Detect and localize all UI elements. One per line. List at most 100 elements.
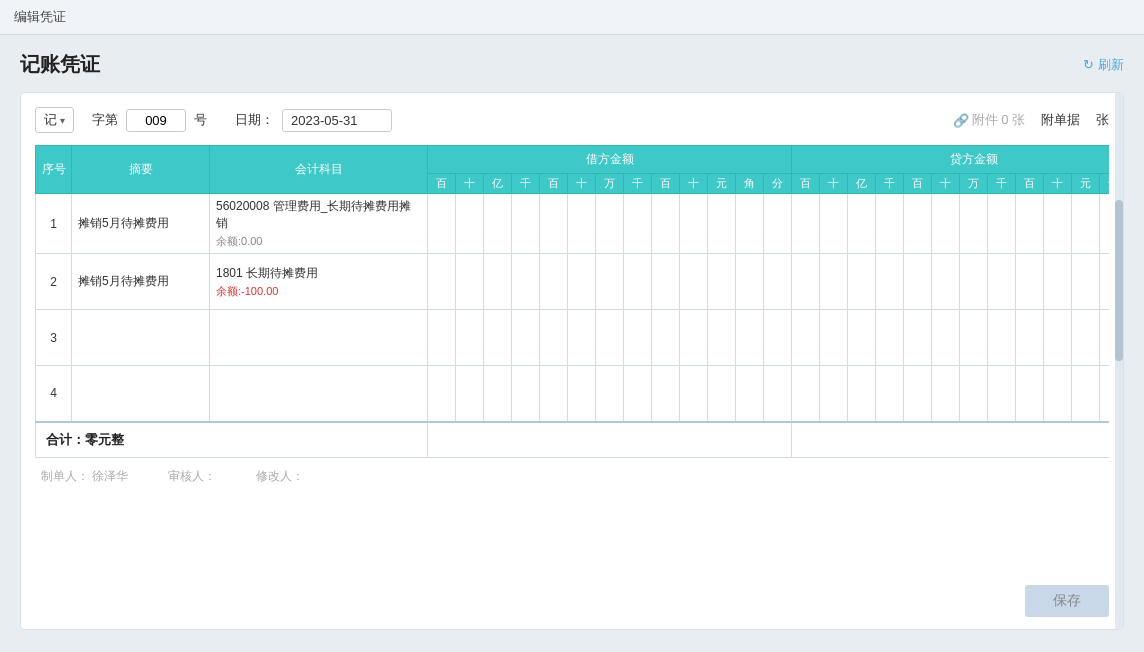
cell-credit-0-6[interactable] xyxy=(960,194,988,254)
cell-debit-3-12[interactable] xyxy=(764,366,792,422)
cell-debit-1-4[interactable] xyxy=(540,254,568,310)
zi-number-input[interactable] xyxy=(126,109,186,132)
cell-debit-2-0[interactable] xyxy=(428,310,456,366)
cell-credit-1-9[interactable] xyxy=(1044,254,1072,310)
cell-debit-0-5[interactable] xyxy=(568,194,596,254)
cell-summary-2[interactable] xyxy=(72,310,210,366)
cell-debit-3-6[interactable] xyxy=(596,366,624,422)
cell-debit-0-4[interactable] xyxy=(540,194,568,254)
cell-debit-1-11[interactable] xyxy=(736,254,764,310)
cell-debit-2-6[interactable] xyxy=(596,310,624,366)
cell-debit-2-10[interactable] xyxy=(708,310,736,366)
table-row[interactable]: 4 xyxy=(36,366,1110,422)
cell-debit-0-12[interactable] xyxy=(764,194,792,254)
cell-credit-1-3[interactable] xyxy=(876,254,904,310)
cell-debit-1-6[interactable] xyxy=(596,254,624,310)
cell-credit-1-2[interactable] xyxy=(848,254,876,310)
cell-debit-0-2[interactable] xyxy=(484,194,512,254)
cell-credit-3-10[interactable] xyxy=(1072,366,1100,422)
cell-credit-3-5[interactable] xyxy=(932,366,960,422)
cell-debit-2-4[interactable] xyxy=(540,310,568,366)
cell-debit-0-7[interactable] xyxy=(624,194,652,254)
cell-debit-1-0[interactable] xyxy=(428,254,456,310)
cell-credit-2-1[interactable] xyxy=(820,310,848,366)
cell-credit-2-8[interactable] xyxy=(1016,310,1044,366)
cell-debit-0-1[interactable] xyxy=(456,194,484,254)
cell-account-1[interactable]: 1801 长期待摊费用余额:-100.00 xyxy=(210,254,428,310)
cell-summary-3[interactable] xyxy=(72,366,210,422)
cell-credit-1-1[interactable] xyxy=(820,254,848,310)
cell-credit-0-10[interactable] xyxy=(1072,194,1100,254)
date-input[interactable] xyxy=(282,109,392,132)
cell-credit-0-4[interactable] xyxy=(904,194,932,254)
cell-credit-0-2[interactable] xyxy=(848,194,876,254)
cell-credit-2-2[interactable] xyxy=(848,310,876,366)
table-row[interactable]: 2摊销5月待摊费用1801 长期待摊费用余额:-100.00 xyxy=(36,254,1110,310)
cell-debit-0-0[interactable] xyxy=(428,194,456,254)
cell-debit-1-3[interactable] xyxy=(512,254,540,310)
cell-account-3[interactable] xyxy=(210,366,428,422)
cell-debit-1-5[interactable] xyxy=(568,254,596,310)
cell-credit-0-8[interactable] xyxy=(1016,194,1044,254)
cell-debit-3-10[interactable] xyxy=(708,366,736,422)
cell-summary-0[interactable]: 摊销5月待摊费用 xyxy=(72,194,210,254)
cell-credit-3-1[interactable] xyxy=(820,366,848,422)
cell-debit-1-8[interactable] xyxy=(652,254,680,310)
cell-debit-2-8[interactable] xyxy=(652,310,680,366)
cell-debit-2-5[interactable] xyxy=(568,310,596,366)
cell-debit-3-0[interactable] xyxy=(428,366,456,422)
cell-credit-1-7[interactable] xyxy=(988,254,1016,310)
cell-credit-2-10[interactable] xyxy=(1072,310,1100,366)
cell-credit-3-6[interactable] xyxy=(960,366,988,422)
table-row[interactable]: 3 xyxy=(36,310,1110,366)
save-button[interactable]: 保存 xyxy=(1025,585,1109,617)
cell-debit-0-6[interactable] xyxy=(596,194,624,254)
cell-debit-2-3[interactable] xyxy=(512,310,540,366)
cell-summary-1[interactable]: 摊销5月待摊费用 xyxy=(72,254,210,310)
ji-select[interactable]: 记 ▾ xyxy=(35,107,74,133)
cell-credit-2-7[interactable] xyxy=(988,310,1016,366)
refresh-button[interactable]: ↻ 刷新 xyxy=(1083,56,1124,74)
cell-debit-0-11[interactable] xyxy=(736,194,764,254)
cell-credit-3-0[interactable] xyxy=(792,366,820,422)
cell-credit-2-3[interactable] xyxy=(876,310,904,366)
cell-debit-1-9[interactable] xyxy=(680,254,708,310)
cell-debit-2-9[interactable] xyxy=(680,310,708,366)
cell-credit-1-10[interactable] xyxy=(1072,254,1100,310)
scrollbar-track[interactable] xyxy=(1115,93,1123,629)
cell-credit-2-0[interactable] xyxy=(792,310,820,366)
cell-debit-3-2[interactable] xyxy=(484,366,512,422)
cell-credit-0-3[interactable] xyxy=(876,194,904,254)
cell-credit-0-7[interactable] xyxy=(988,194,1016,254)
cell-account-0[interactable]: 56020008 管理费用_长期待摊费用摊销余额:0.00 xyxy=(210,194,428,254)
cell-debit-0-8[interactable] xyxy=(652,194,680,254)
cell-debit-2-1[interactable] xyxy=(456,310,484,366)
cell-debit-1-12[interactable] xyxy=(764,254,792,310)
cell-debit-3-11[interactable] xyxy=(736,366,764,422)
cell-debit-3-7[interactable] xyxy=(624,366,652,422)
cell-credit-3-8[interactable] xyxy=(1016,366,1044,422)
cell-debit-3-3[interactable] xyxy=(512,366,540,422)
scrollbar-thumb[interactable] xyxy=(1115,200,1123,361)
cell-credit-0-9[interactable] xyxy=(1044,194,1072,254)
cell-debit-3-5[interactable] xyxy=(568,366,596,422)
cell-credit-0-0[interactable] xyxy=(792,194,820,254)
cell-credit-2-11[interactable] xyxy=(1100,310,1109,366)
cell-credit-1-11[interactable] xyxy=(1100,254,1109,310)
cell-debit-3-8[interactable] xyxy=(652,366,680,422)
cell-debit-0-9[interactable] xyxy=(680,194,708,254)
cell-debit-0-3[interactable] xyxy=(512,194,540,254)
cell-debit-2-2[interactable] xyxy=(484,310,512,366)
cell-credit-3-11[interactable] xyxy=(1100,366,1109,422)
cell-credit-2-5[interactable] xyxy=(932,310,960,366)
cell-debit-1-7[interactable] xyxy=(624,254,652,310)
cell-credit-2-4[interactable] xyxy=(904,310,932,366)
cell-debit-1-2[interactable] xyxy=(484,254,512,310)
cell-debit-3-1[interactable] xyxy=(456,366,484,422)
cell-debit-2-12[interactable] xyxy=(764,310,792,366)
cell-debit-3-9[interactable] xyxy=(680,366,708,422)
cell-account-2[interactable] xyxy=(210,310,428,366)
cell-credit-0-5[interactable] xyxy=(932,194,960,254)
cell-credit-2-6[interactable] xyxy=(960,310,988,366)
cell-credit-3-7[interactable] xyxy=(988,366,1016,422)
